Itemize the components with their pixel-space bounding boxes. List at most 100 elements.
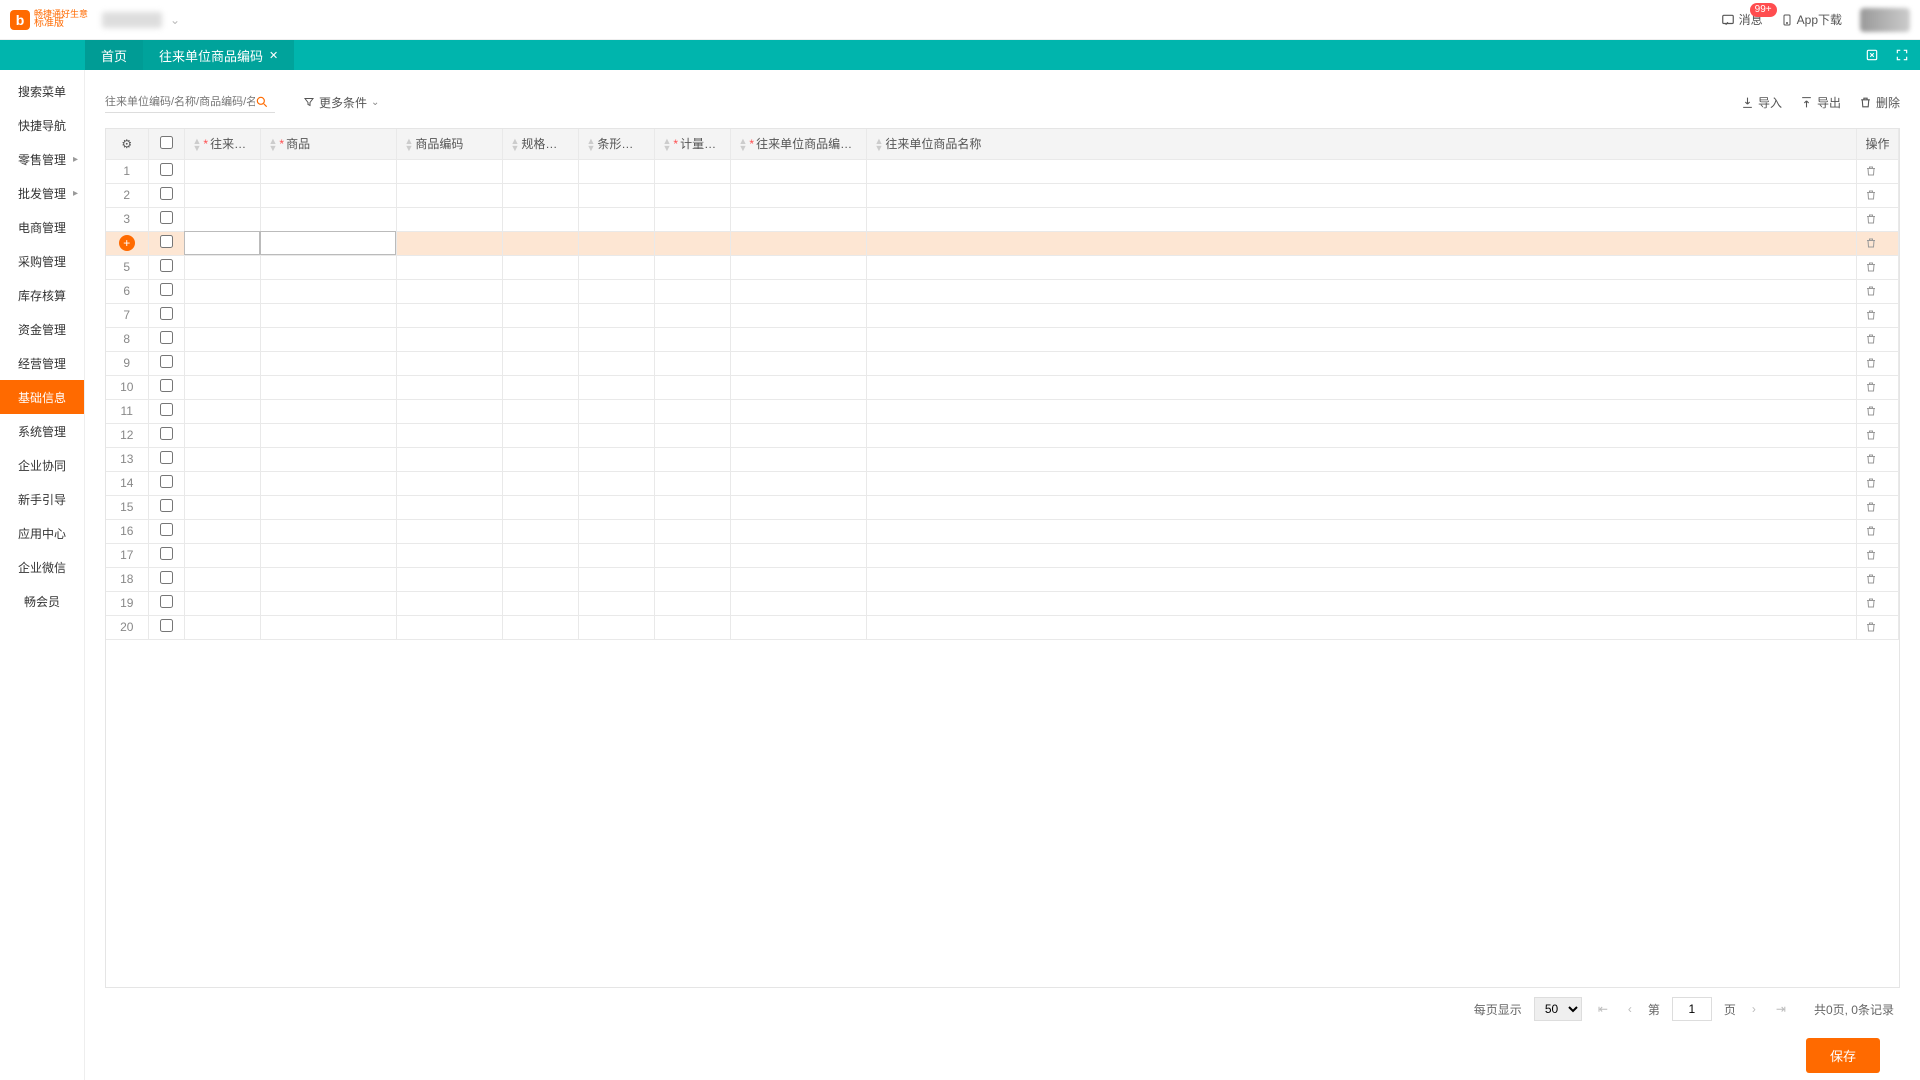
table-cell[interactable] bbox=[654, 567, 730, 591]
trash-icon[interactable] bbox=[1865, 213, 1890, 225]
sidebar-item-1[interactable]: 快捷导航 bbox=[0, 108, 84, 142]
table-row[interactable]: 3 bbox=[106, 207, 1899, 231]
sidebar-item-3[interactable]: 批发管理▸ bbox=[0, 176, 84, 210]
table-cell[interactable] bbox=[578, 255, 654, 279]
table-cell[interactable] bbox=[396, 567, 502, 591]
search-input[interactable] bbox=[105, 92, 255, 112]
table-cell[interactable] bbox=[866, 375, 1857, 399]
table-cell[interactable] bbox=[260, 207, 396, 231]
table-cell[interactable] bbox=[730, 159, 866, 183]
row-checkbox[interactable] bbox=[160, 307, 173, 320]
table-cell[interactable] bbox=[654, 207, 730, 231]
app-download-link[interactable]: App下载 bbox=[1781, 11, 1842, 28]
table-cell[interactable] bbox=[396, 399, 502, 423]
table-cell[interactable] bbox=[730, 543, 866, 567]
row-checkbox[interactable] bbox=[160, 451, 173, 464]
table-cell[interactable] bbox=[578, 207, 654, 231]
sidebar-item-8[interactable]: 经营管理 bbox=[0, 346, 84, 380]
table-row[interactable]: 18 bbox=[106, 567, 1899, 591]
table-cell[interactable] bbox=[654, 399, 730, 423]
table-cell[interactable] bbox=[396, 327, 502, 351]
table-cell[interactable] bbox=[260, 159, 396, 183]
table-cell[interactable] bbox=[730, 207, 866, 231]
table-cell[interactable] bbox=[730, 615, 866, 639]
table-cell[interactable] bbox=[654, 423, 730, 447]
table-cell[interactable] bbox=[396, 471, 502, 495]
table-cell[interactable] bbox=[184, 351, 260, 375]
table-cell[interactable] bbox=[396, 495, 502, 519]
row-checkbox[interactable] bbox=[160, 619, 173, 632]
table-cell[interactable] bbox=[654, 183, 730, 207]
table-cell[interactable] bbox=[578, 471, 654, 495]
trash-icon[interactable] bbox=[1865, 477, 1890, 489]
table-row[interactable]: 5 bbox=[106, 255, 1899, 279]
table-row[interactable]: + bbox=[106, 231, 1899, 255]
table-cell[interactable] bbox=[502, 615, 578, 639]
table-cell[interactable] bbox=[730, 375, 866, 399]
sidebar-item-4[interactable]: 电商管理 bbox=[0, 210, 84, 244]
sidebar-item-0[interactable]: 搜索菜单 bbox=[0, 74, 84, 108]
table-cell[interactable] bbox=[502, 423, 578, 447]
table-cell[interactable] bbox=[502, 303, 578, 327]
table-cell[interactable] bbox=[260, 471, 396, 495]
table-cell[interactable] bbox=[578, 447, 654, 471]
table-row[interactable]: 16 bbox=[106, 519, 1899, 543]
table-cell[interactable] bbox=[502, 231, 578, 255]
table-cell[interactable] bbox=[654, 543, 730, 567]
table-cell[interactable] bbox=[730, 567, 866, 591]
table-cell[interactable] bbox=[184, 543, 260, 567]
table-cell[interactable] bbox=[260, 519, 396, 543]
sidebar-item-13[interactable]: 应用中心 bbox=[0, 516, 84, 550]
table-row[interactable]: 20 bbox=[106, 615, 1899, 639]
trash-icon[interactable] bbox=[1865, 525, 1890, 537]
table-cell[interactable] bbox=[654, 159, 730, 183]
table-cell[interactable] bbox=[654, 591, 730, 615]
table-cell[interactable] bbox=[260, 447, 396, 471]
table-cell[interactable] bbox=[184, 519, 260, 543]
table-cell[interactable] bbox=[866, 159, 1857, 183]
more-conditions-button[interactable]: 更多条件 ⌄ bbox=[303, 94, 379, 111]
search-icon[interactable] bbox=[255, 95, 269, 109]
table-cell[interactable] bbox=[578, 183, 654, 207]
table-cell[interactable] bbox=[184, 255, 260, 279]
table-cell[interactable] bbox=[184, 447, 260, 471]
col-partner-product-name[interactable]: ▲▼往来单位商品名称 bbox=[866, 129, 1857, 159]
table-cell[interactable] bbox=[866, 303, 1857, 327]
table-cell[interactable] bbox=[730, 471, 866, 495]
table-cell[interactable] bbox=[654, 351, 730, 375]
table-cell[interactable] bbox=[578, 519, 654, 543]
table-cell[interactable] bbox=[654, 471, 730, 495]
row-checkbox[interactable] bbox=[160, 211, 173, 224]
table-cell[interactable] bbox=[396, 519, 502, 543]
sidebar-item-7[interactable]: 资金管理 bbox=[0, 312, 84, 346]
table-cell[interactable] bbox=[578, 399, 654, 423]
table-cell[interactable] bbox=[502, 279, 578, 303]
table-cell[interactable] bbox=[260, 615, 396, 639]
table-cell[interactable] bbox=[260, 303, 396, 327]
table-row[interactable]: 10 bbox=[106, 375, 1899, 399]
trash-icon[interactable] bbox=[1865, 309, 1890, 321]
sidebar-item-10[interactable]: 系统管理 bbox=[0, 414, 84, 448]
col-product-code[interactable]: ▲▼商品编码 bbox=[396, 129, 502, 159]
table-cell[interactable] bbox=[578, 351, 654, 375]
table-cell[interactable] bbox=[184, 183, 260, 207]
table-cell[interactable] bbox=[502, 495, 578, 519]
table-cell[interactable] bbox=[502, 207, 578, 231]
table-cell[interactable] bbox=[396, 591, 502, 615]
table-cell[interactable] bbox=[184, 375, 260, 399]
table-cell[interactable] bbox=[578, 567, 654, 591]
table-row[interactable]: 12 bbox=[106, 423, 1899, 447]
table-cell[interactable] bbox=[866, 471, 1857, 495]
table-cell[interactable] bbox=[730, 231, 866, 255]
table-cell[interactable] bbox=[502, 543, 578, 567]
table-cell[interactable] bbox=[184, 567, 260, 591]
table-cell[interactable] bbox=[730, 399, 866, 423]
table-row[interactable]: 1 bbox=[106, 159, 1899, 183]
table-cell[interactable] bbox=[184, 399, 260, 423]
table-cell[interactable] bbox=[260, 567, 396, 591]
table-cell[interactable] bbox=[396, 375, 502, 399]
row-checkbox[interactable] bbox=[160, 499, 173, 512]
trash-icon[interactable] bbox=[1865, 549, 1890, 561]
table-cell[interactable] bbox=[184, 207, 260, 231]
table-cell[interactable] bbox=[184, 303, 260, 327]
